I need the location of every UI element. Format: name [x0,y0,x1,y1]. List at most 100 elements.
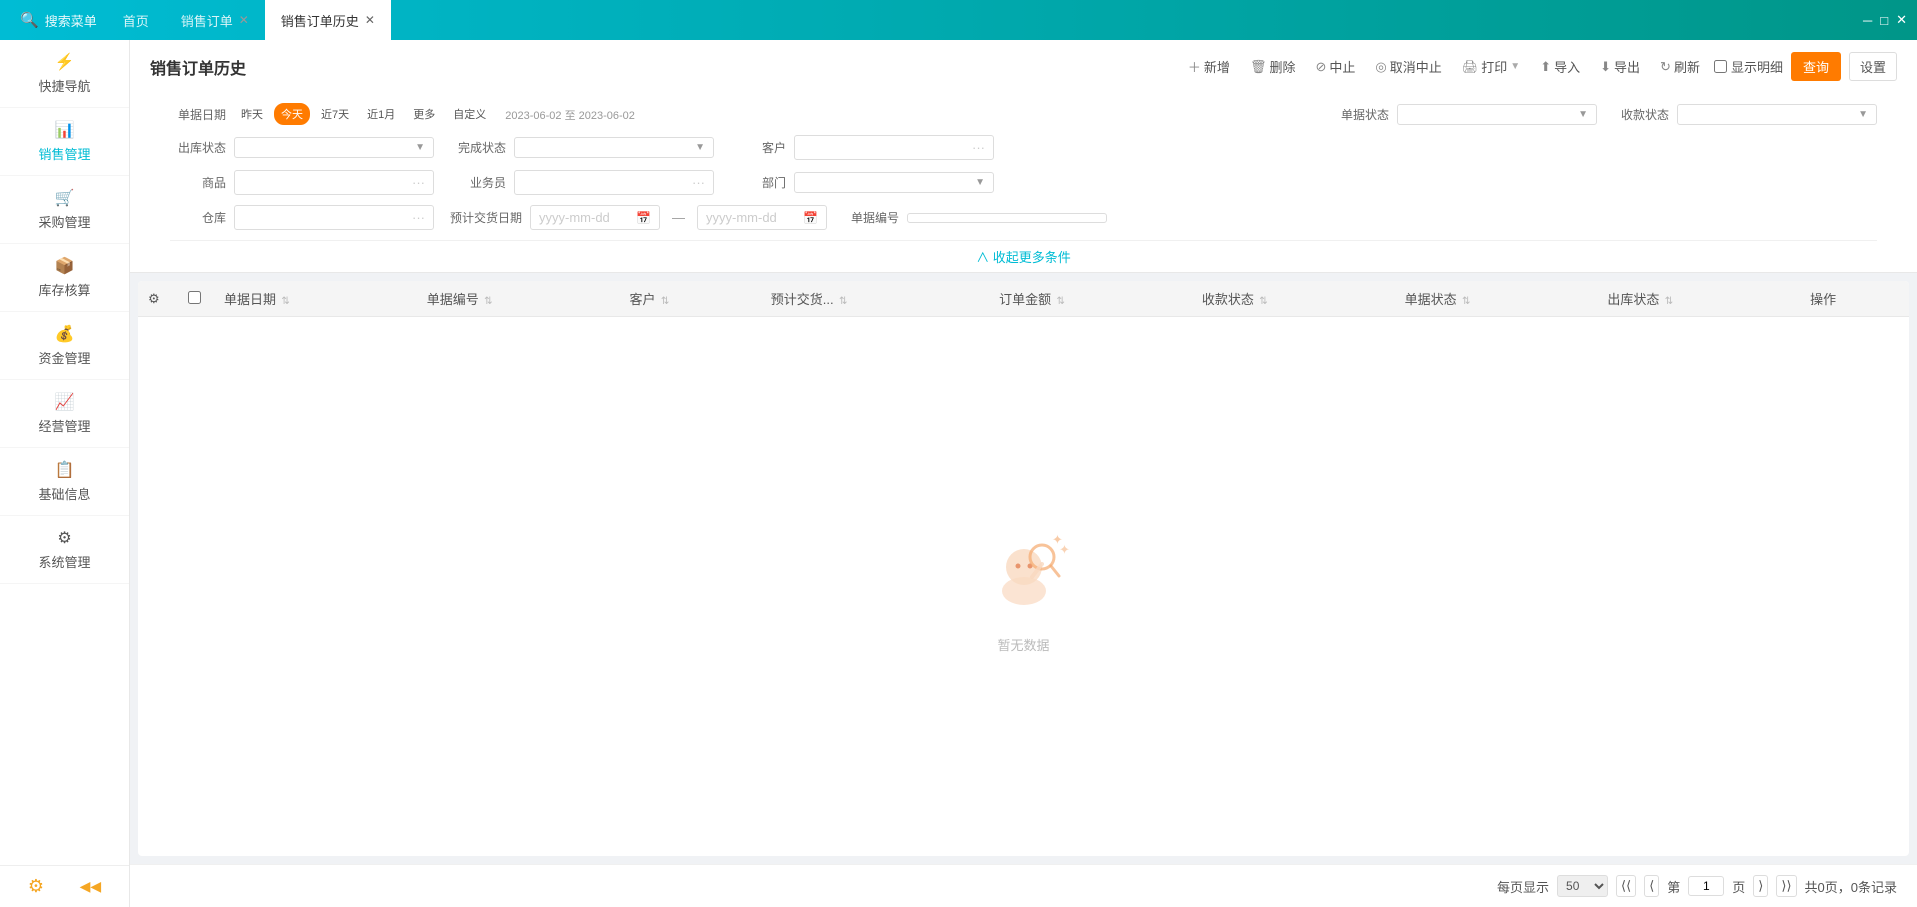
per-page-select[interactable]: 50 10 20 100 [1557,875,1608,897]
window-max-btn[interactable]: □ [1880,13,1888,28]
order-status-select[interactable]: ▼ [1397,104,1597,125]
sales-mgmt-icon: 📊 [55,120,75,140]
print-button[interactable]: 🖨 打印 ▼ [1456,53,1526,80]
customer-label: 客户 [730,139,786,156]
col-operation: 操作 [1800,281,1909,317]
col-outbound-status[interactable]: 出库状态 ⇅ [1597,281,1800,317]
sidebar-item-sys-mgmt[interactable]: ⚙ 系统管理 [0,516,129,584]
tab-home[interactable]: 首页 [107,0,165,40]
tab-sales-order-history-close[interactable]: ✕ [365,13,375,27]
outbound-status-select[interactable]: ▼ [234,137,434,158]
col-settings[interactable]: ⚙ [138,281,178,317]
empty-text: 暂无数据 [997,635,1049,654]
collapse-sidebar-icon[interactable]: ◀◀ [80,878,102,895]
date-btn-custom[interactable]: 自定义 [446,103,493,125]
search-icon[interactable]: 🔍 [20,11,39,29]
query-button[interactable]: 查询 [1791,52,1841,81]
col-order-status[interactable]: 单据状态 ⇅ [1395,281,1598,317]
tab-sales-order[interactable]: 销售订单 ✕ [165,0,265,40]
tab-sales-order-history[interactable]: 销售订单历史 ✕ [265,0,391,40]
prev-page-button[interactable]: ⟨ [1644,875,1659,897]
settings-button[interactable]: 设置 [1849,52,1897,81]
collapse-bar[interactable]: ∧ 收起更多条件 [170,240,1877,272]
col-customer[interactable]: 客户 ⇅ [620,281,761,317]
date-btn-last1m[interactable]: 近1月 [360,103,402,125]
order-no-input[interactable] [907,213,1107,223]
filter-row-2: 出库状态 ▼ 完成状态 ▼ 客户 [170,135,1877,160]
page-number-input[interactable] [1688,876,1724,896]
display-detail-checkbox[interactable]: 显示明细 [1714,57,1783,76]
col-settings-icon[interactable]: ⚙ [148,291,160,306]
completion-status-select[interactable]: ▼ [514,137,714,158]
sort-receipt-status-icon: ⇅ [1259,296,1267,307]
last-page-button[interactable]: ⟩⟩ [1776,875,1796,897]
settings-bottom-icon[interactable]: ⚙ [28,876,44,897]
customer-dots-icon: ··· [972,140,985,155]
cancel-stop-button[interactable]: ◎ 取消中止 [1369,53,1447,80]
product-dots-icon: ··· [412,175,425,190]
department-select[interactable]: ▼ [794,172,994,193]
sort-customer-icon: ⇅ [661,296,669,307]
delivery-date-from[interactable]: yyyy-mm-dd 📅 [530,205,660,230]
date-btn-today[interactable]: 今天 [274,103,310,125]
refresh-button[interactable]: ↻ 刷新 [1654,53,1706,80]
inventory-icon: 📦 [55,256,75,276]
export-button[interactable]: ⬇ 导出 [1594,53,1646,80]
window-min-btn[interactable]: ─ [1863,13,1872,28]
page-title-bar: 销售订单历史 ＋ 新增 🗑 删除 ⊘ 中止 ◎ [150,52,1897,81]
sort-outbound-status-icon: ⇅ [1665,296,1673,307]
completion-status-label: 完成状态 [450,139,506,156]
delete-button[interactable]: 🗑 删除 [1244,53,1302,80]
date-filter-buttons: 昨天 今天 近7天 近1月 更多 自定义 [234,103,493,125]
stop-icon: ⊘ [1315,59,1326,75]
date-btn-more[interactable]: 更多 [406,103,442,125]
date-btn-last7[interactable]: 近7天 [314,103,356,125]
sidebar-item-finance[interactable]: 💰 资金管理 [0,312,129,380]
main-layout: ⚡ 快捷导航 📊 销售管理 🛒 采购管理 📦 库存核算 💰 资金管理 📈 经营管… [0,40,1917,907]
display-detail-input[interactable] [1714,60,1727,73]
delivery-date-label: 预计交货日期 [450,209,522,226]
page-header: 销售订单历史 ＋ 新增 🗑 删除 ⊘ 中止 ◎ [130,40,1917,273]
col-date[interactable]: 单据日期 ⇅ [214,281,417,317]
tab-sales-order-close[interactable]: ✕ [239,13,249,27]
print-icon: 🖨 [1462,59,1479,75]
sidebar-item-purchase-mgmt[interactable]: 🛒 采购管理 [0,176,129,244]
stop-button[interactable]: ⊘ 中止 [1309,53,1361,80]
import-button[interactable]: ⬆ 导入 [1534,53,1586,80]
delivery-date-to[interactable]: yyyy-mm-dd 📅 [697,205,827,230]
new-button[interactable]: ＋ 新增 [1182,53,1236,80]
empty-illustration: ✦ ✦ [974,519,1074,619]
refresh-icon: ↻ [1660,59,1671,75]
sys-mgmt-icon: ⚙ [55,528,75,548]
col-order-amount[interactable]: 订单金额 ⇅ [989,281,1192,317]
search-label[interactable]: 搜索菜单 [45,11,97,30]
department-label: 部门 [730,174,786,191]
customer-filter-group: 客户 ··· [730,135,994,160]
window-close-btn[interactable]: ✕ [1896,12,1907,28]
col-receipt-status[interactable]: 收款状态 ⇅ [1192,281,1395,317]
sidebar-item-quick-nav[interactable]: ⚡ 快捷导航 [0,40,129,108]
page-label-before: 第 [1667,877,1680,896]
date-btn-yesterday[interactable]: 昨天 [234,103,270,125]
sidebar-item-inventory[interactable]: 📦 库存核算 [0,244,129,312]
filter-area: 单据日期 昨天 今天 近7天 近1月 更多 自定义 2023-06-02 至 2… [150,93,1897,272]
sidebar-item-sales-mgmt[interactable]: 📊 销售管理 [0,108,129,176]
select-all-checkbox[interactable] [188,291,201,304]
customer-input[interactable]: ··· [794,135,994,160]
receipt-status-select[interactable]: ▼ [1677,104,1877,125]
next-page-icon: ⟩ [1758,878,1763,893]
cancel-stop-icon: ◎ [1375,59,1386,75]
col-order-no[interactable]: 单据编号 ⇅ [417,281,620,317]
sidebar-item-base-info[interactable]: 📋 基础信息 [0,448,129,516]
first-page-button[interactable]: ⟨⟨ [1616,875,1636,897]
content-area: 销售订单历史 ＋ 新增 🗑 删除 ⊘ 中止 ◎ [130,40,1917,907]
col-expected-delivery[interactable]: 预计交货... ⇅ [761,281,989,317]
order-no-filter-group: 单据编号 [843,209,1107,226]
warehouse-input[interactable]: ··· [234,205,434,230]
sort-order-status-icon: ⇅ [1462,296,1470,307]
salesperson-input[interactable]: ··· [514,170,714,195]
product-input[interactable]: ··· [234,170,434,195]
sidebar-item-operations[interactable]: 📈 经营管理 [0,380,129,448]
next-page-button[interactable]: ⟩ [1753,875,1768,897]
col-checkbox[interactable] [178,281,214,317]
